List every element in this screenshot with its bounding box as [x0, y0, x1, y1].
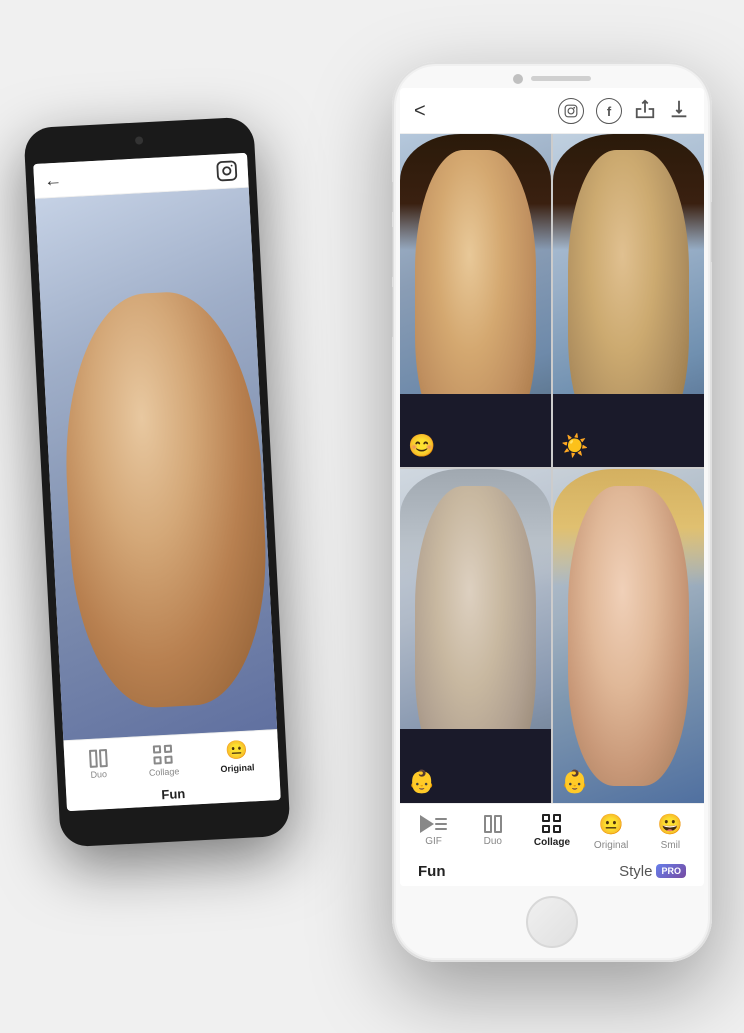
instagram-button[interactable] [558, 98, 584, 124]
android-duo-item[interactable]: Duo [88, 748, 108, 779]
android-camera [135, 136, 143, 144]
smile-tab[interactable]: 😀 Smil [648, 812, 692, 851]
original-label: Original [594, 840, 628, 851]
android-photo [35, 187, 277, 739]
iphone-screen: < f [400, 88, 704, 886]
collage-icon [153, 744, 174, 765]
android-screen: ← Duo [33, 152, 281, 810]
fun-label[interactable]: Fun [418, 863, 446, 880]
share-button[interactable] [634, 98, 656, 125]
volume-up-button [392, 227, 393, 277]
original-emoji: 😐 [225, 739, 248, 761]
fun-style-bar: Fun Style PRO [400, 857, 704, 886]
smile-label: Smil [661, 840, 680, 851]
android-phone: ← Duo [23, 116, 290, 847]
iphone-header: < f [400, 88, 704, 134]
iphone-top [392, 62, 712, 88]
collage-icon-iphone [542, 814, 562, 834]
android-duo-label: Duo [90, 768, 107, 779]
facebook-icon: f [607, 104, 611, 119]
collage-cell-2[interactable]: ☀️ [553, 134, 704, 468]
collage-cell-4[interactable]: 👶 [553, 469, 704, 803]
download-button[interactable] [668, 98, 690, 125]
duo-icon [88, 748, 107, 767]
volume-down-button [392, 287, 393, 337]
duo-tab[interactable]: Duo [471, 815, 515, 847]
original-tab[interactable]: 😐 Original [589, 812, 633, 851]
gif-tab[interactable]: GIF [412, 815, 456, 847]
header-icons: f [558, 98, 690, 125]
emoji-3: 👶 [408, 769, 435, 795]
mute-button [392, 182, 393, 212]
scene: ← Duo [22, 42, 722, 992]
iphone-back-button[interactable]: < [414, 100, 426, 123]
style-text: Style [619, 863, 652, 880]
collage-cell-3[interactable]: 👶 [400, 469, 551, 803]
emoji-2: ☀️ [561, 433, 588, 459]
front-camera [513, 74, 523, 84]
face-woman [568, 486, 689, 786]
emoji-4: 👶 [561, 769, 588, 795]
back-icon[interactable]: ← [44, 169, 63, 191]
duo-label: Duo [484, 836, 502, 847]
original-icon: 😐 [599, 812, 624, 837]
android-collage-item[interactable]: Collage [147, 743, 179, 777]
android-collage-label: Collage [149, 765, 180, 777]
home-button-area [392, 886, 712, 962]
collage-tab[interactable]: Collage [530, 814, 574, 848]
gif-label: GIF [425, 836, 442, 847]
pro-badge: PRO [656, 864, 686, 878]
collage-cell-1[interactable]: 😊 [400, 134, 551, 468]
emoji-1: 😊 [408, 433, 435, 459]
home-button[interactable] [526, 896, 578, 948]
man-face [35, 187, 277, 739]
android-original-item[interactable]: 😐 Original [219, 739, 255, 774]
collage-grid: 😊 ☀️ 👶 [400, 134, 704, 803]
power-button [711, 202, 712, 262]
instagram-icon[interactable] [215, 159, 238, 182]
speaker [531, 76, 591, 81]
android-original-label: Original [220, 762, 254, 774]
collage-label: Collage [534, 837, 570, 848]
facebook-button[interactable]: f [596, 98, 622, 124]
gif-icon [420, 815, 447, 833]
iphone: < f [392, 62, 712, 962]
smile-icon: 😀 [658, 812, 683, 837]
duo-icon [484, 815, 502, 833]
iphone-bottom-bar: GIF Duo Collage 😐 Original [400, 803, 704, 857]
style-label[interactable]: Style PRO [619, 863, 686, 880]
